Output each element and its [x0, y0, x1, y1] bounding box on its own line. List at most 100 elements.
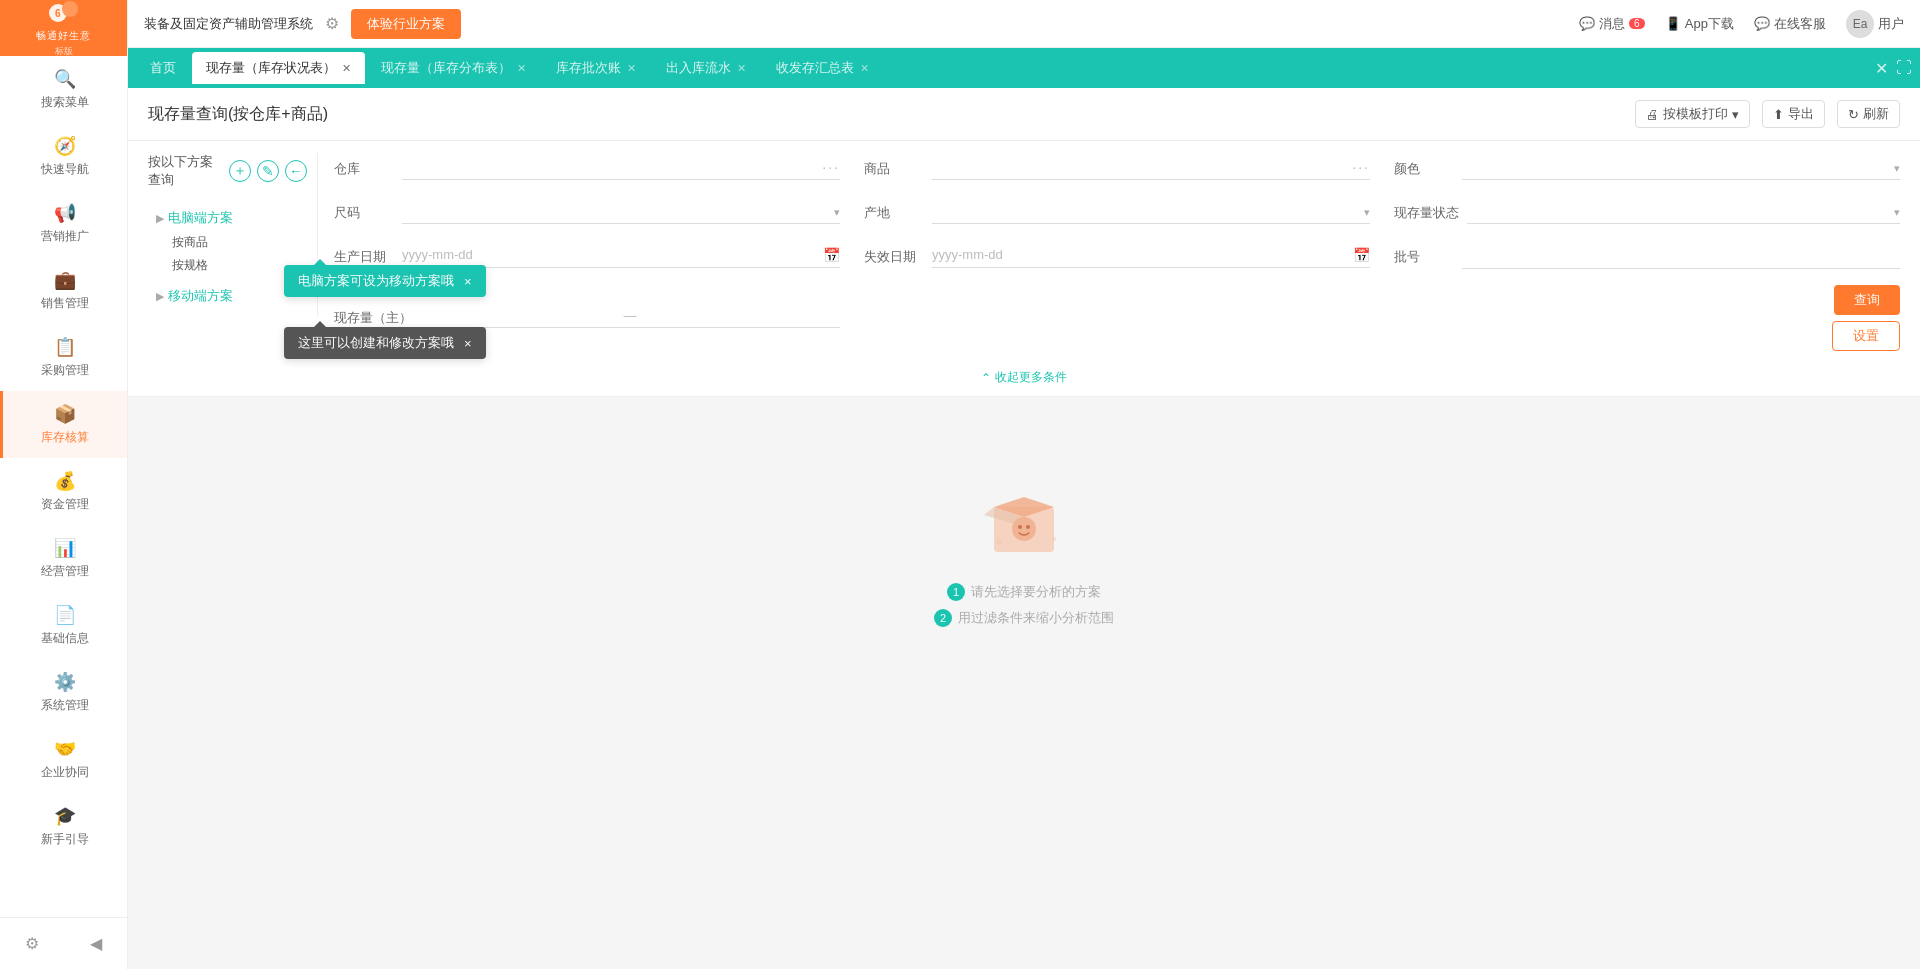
- print-dropdown-icon: ▾: [1732, 107, 1739, 122]
- stock-qty-to-input[interactable]: [641, 308, 841, 323]
- filter-batch-no: 批号: [1394, 241, 1900, 273]
- tabbar-right: ✕ ⛶: [1875, 59, 1912, 78]
- sidebar-item-system[interactable]: ⚙️系统管理: [0, 659, 127, 726]
- scheme-tooltip-1: 电脑方案可设为移动方案哦 ×: [284, 265, 486, 297]
- support-icon: 💬: [1754, 16, 1770, 31]
- sidebar-bottom: ⚙ ◀: [0, 917, 127, 969]
- collapse-bar[interactable]: ⌃ 收起更多条件: [148, 363, 1900, 396]
- tab-close-inventory-dist[interactable]: ✕: [517, 62, 526, 75]
- tab-batch-account[interactable]: 库存批次账 ✕: [542, 52, 650, 84]
- produce-date-calendar-icon[interactable]: 📅: [823, 247, 840, 263]
- svg-point-6: [1012, 517, 1036, 541]
- export-icon: ⬆: [1773, 107, 1784, 122]
- print-btn[interactable]: 🖨 按模板打印 ▾: [1635, 100, 1750, 128]
- sidebar-item-purchase[interactable]: 📋采购管理: [0, 324, 127, 391]
- reset-button[interactable]: 设置: [1832, 321, 1900, 351]
- filter-size: 尺码 ▾: [334, 197, 840, 229]
- filter-origin: 产地 ▾: [864, 197, 1370, 229]
- empty-step-2: 2 用过滤条件来缩小分析范围: [934, 609, 1114, 627]
- tab-home[interactable]: 首页: [136, 59, 190, 77]
- sidebar-item-search[interactable]: 🔍搜索菜单: [0, 56, 127, 123]
- origin-dropdown[interactable]: ▾: [932, 202, 1370, 224]
- refresh-btn[interactable]: ↻ 刷新: [1837, 100, 1900, 128]
- edit-scheme-btn[interactable]: ✎: [257, 160, 279, 182]
- empty-step-1: 1 请先选择要分析的方案: [947, 583, 1101, 601]
- sidebar-item-operation[interactable]: 📊经营管理: [0, 525, 127, 592]
- color-dropdown[interactable]: ▾: [1462, 158, 1900, 180]
- tab-inventory-status[interactable]: 现存量（库存状况表） ✕: [192, 52, 365, 84]
- tab-close-inout-flow[interactable]: ✕: [737, 62, 746, 75]
- filter-color: 颜色 ▾: [1394, 153, 1900, 185]
- sidebar-item-guide[interactable]: 🧭快速导航: [0, 123, 127, 190]
- page-header: 现存量查询(按仓库+商品) 🖨 按模板打印 ▾ ⬆ 导出 ↻ 刷新: [128, 88, 1920, 141]
- logo-icon: 6: [46, 0, 82, 27]
- collapse-up-icon: ⌃: [981, 371, 991, 385]
- tab-collect-summary[interactable]: 收发存汇总表 ✕: [762, 52, 883, 84]
- logo-text: 畅通好生意: [36, 29, 91, 43]
- online-support-btn[interactable]: 💬 在线客服: [1754, 15, 1826, 33]
- tab-close-collect-summary[interactable]: ✕: [860, 62, 869, 75]
- export-btn[interactable]: ⬆ 导出: [1762, 100, 1825, 128]
- sidebar-item-finance[interactable]: 💰资金管理: [0, 458, 127, 525]
- user-avatar: Ea: [1846, 10, 1874, 38]
- filter-header: 按以下方案查询 ＋ ✎ ←: [148, 153, 307, 189]
- tab-inventory-dist[interactable]: 现存量（库存分布表） ✕: [367, 52, 540, 84]
- sidebar-item-inventory[interactable]: 📦库存核算: [0, 391, 127, 458]
- scheme-tree: ▶ 电脑端方案 按商品 按规格 ▶ 移动端方案: [148, 201, 307, 317]
- produce-date-input[interactable]: [402, 247, 817, 262]
- sidebar-logo: 6 畅通好生意 标版: [0, 0, 127, 56]
- filter-area: 电脑方案可设为移动方案哦 × 这里可以创建和修改方案哦 × 按以下方案查询 ＋ …: [128, 141, 1920, 397]
- sidebar-item-sales[interactable]: 💼销售管理: [0, 257, 127, 324]
- computer-scheme-item[interactable]: ▶ 电脑端方案: [148, 205, 307, 231]
- topbar-title: 装备及固定资产辅助管理系统: [144, 15, 313, 33]
- settings-bottom-icon[interactable]: ⚙: [17, 930, 47, 957]
- batch-no-input[interactable]: [1462, 245, 1900, 269]
- tooltip1-close[interactable]: ×: [464, 274, 472, 289]
- size-dropdown[interactable]: ▾: [402, 202, 840, 224]
- goods-input[interactable]: [932, 159, 1348, 174]
- user-area[interactable]: Ea 用户: [1846, 10, 1904, 38]
- goods-dots[interactable]: ···: [1352, 159, 1370, 175]
- query-button[interactable]: 查询: [1834, 285, 1900, 315]
- content-area: 现存量查询(按仓库+商品) 🖨 按模板打印 ▾ ⬆ 导出 ↻ 刷新: [128, 88, 1920, 969]
- message-btn[interactable]: 💬 消息 6: [1579, 15, 1645, 33]
- tab-close-batch-account[interactable]: ✕: [627, 62, 636, 75]
- sidebar-nav: 🔍搜索菜单 🧭快速导航 📢营销推广 💼销售管理 📋采购管理 📦库存核算 💰资金管…: [0, 56, 127, 917]
- back-scheme-btn[interactable]: ←: [285, 160, 307, 182]
- warehouse-input[interactable]: [402, 159, 818, 174]
- message-icon: 💬: [1579, 16, 1595, 31]
- beta-btn[interactable]: 体验行业方案: [351, 9, 461, 39]
- tab-inout-flow[interactable]: 出入库流水 ✕: [652, 52, 760, 84]
- stock-status-dropdown[interactable]: ▾: [1467, 202, 1900, 224]
- stock-qty-from-input[interactable]: [420, 308, 620, 323]
- svg-point-9: [996, 539, 1002, 545]
- tab-close-inventory-status[interactable]: ✕: [342, 62, 351, 75]
- svg-text:6: 6: [55, 8, 61, 19]
- svg-point-7: [1018, 525, 1022, 529]
- page-actions: 🖨 按模板打印 ▾ ⬆ 导出 ↻ 刷新: [1635, 100, 1900, 128]
- app-download-btn[interactable]: 📱 App下载: [1665, 15, 1734, 33]
- tabbar: 首页 现存量（库存状况表） ✕ 现存量（库存分布表） ✕ 库存批次账 ✕ 出入库…: [128, 48, 1920, 88]
- filter-goods: 商品 ···: [864, 153, 1370, 185]
- add-scheme-btn[interactable]: ＋: [229, 160, 251, 182]
- topbar-right: 💬 消息 6 📱 App下载 💬 在线客服 Ea 用户: [1579, 10, 1904, 38]
- tabbar-close-icon[interactable]: ✕: [1875, 59, 1888, 78]
- tooltip2-close[interactable]: ×: [464, 336, 472, 351]
- sidebar-item-marketing[interactable]: 📢营销推广: [0, 190, 127, 257]
- expire-date-input[interactable]: [932, 247, 1347, 262]
- svg-point-1: [62, 1, 78, 17]
- filter-expire-date: 失效日期 📅: [864, 241, 1370, 273]
- collapse-sidebar-icon[interactable]: ◀: [82, 930, 110, 957]
- tabbar-fullscreen-icon[interactable]: ⛶: [1896, 59, 1912, 77]
- app-icon: 📱: [1665, 16, 1681, 31]
- filter-action-icons: ＋ ✎ ←: [229, 160, 307, 182]
- expire-date-calendar-icon[interactable]: 📅: [1353, 247, 1370, 263]
- message-badge: 6: [1629, 18, 1645, 29]
- warehouse-dots[interactable]: ···: [822, 159, 840, 175]
- step-1-num: 1: [947, 583, 965, 601]
- sidebar-item-newbie[interactable]: 🎓新手引导: [0, 793, 127, 860]
- sidebar-item-basic[interactable]: 📄基础信息: [0, 592, 127, 659]
- topbar-settings-icon[interactable]: ⚙: [325, 14, 339, 33]
- sidebar-item-enterprise[interactable]: 🤝企业协同: [0, 726, 127, 793]
- scheme-sub-by-goods[interactable]: 按商品: [148, 231, 307, 254]
